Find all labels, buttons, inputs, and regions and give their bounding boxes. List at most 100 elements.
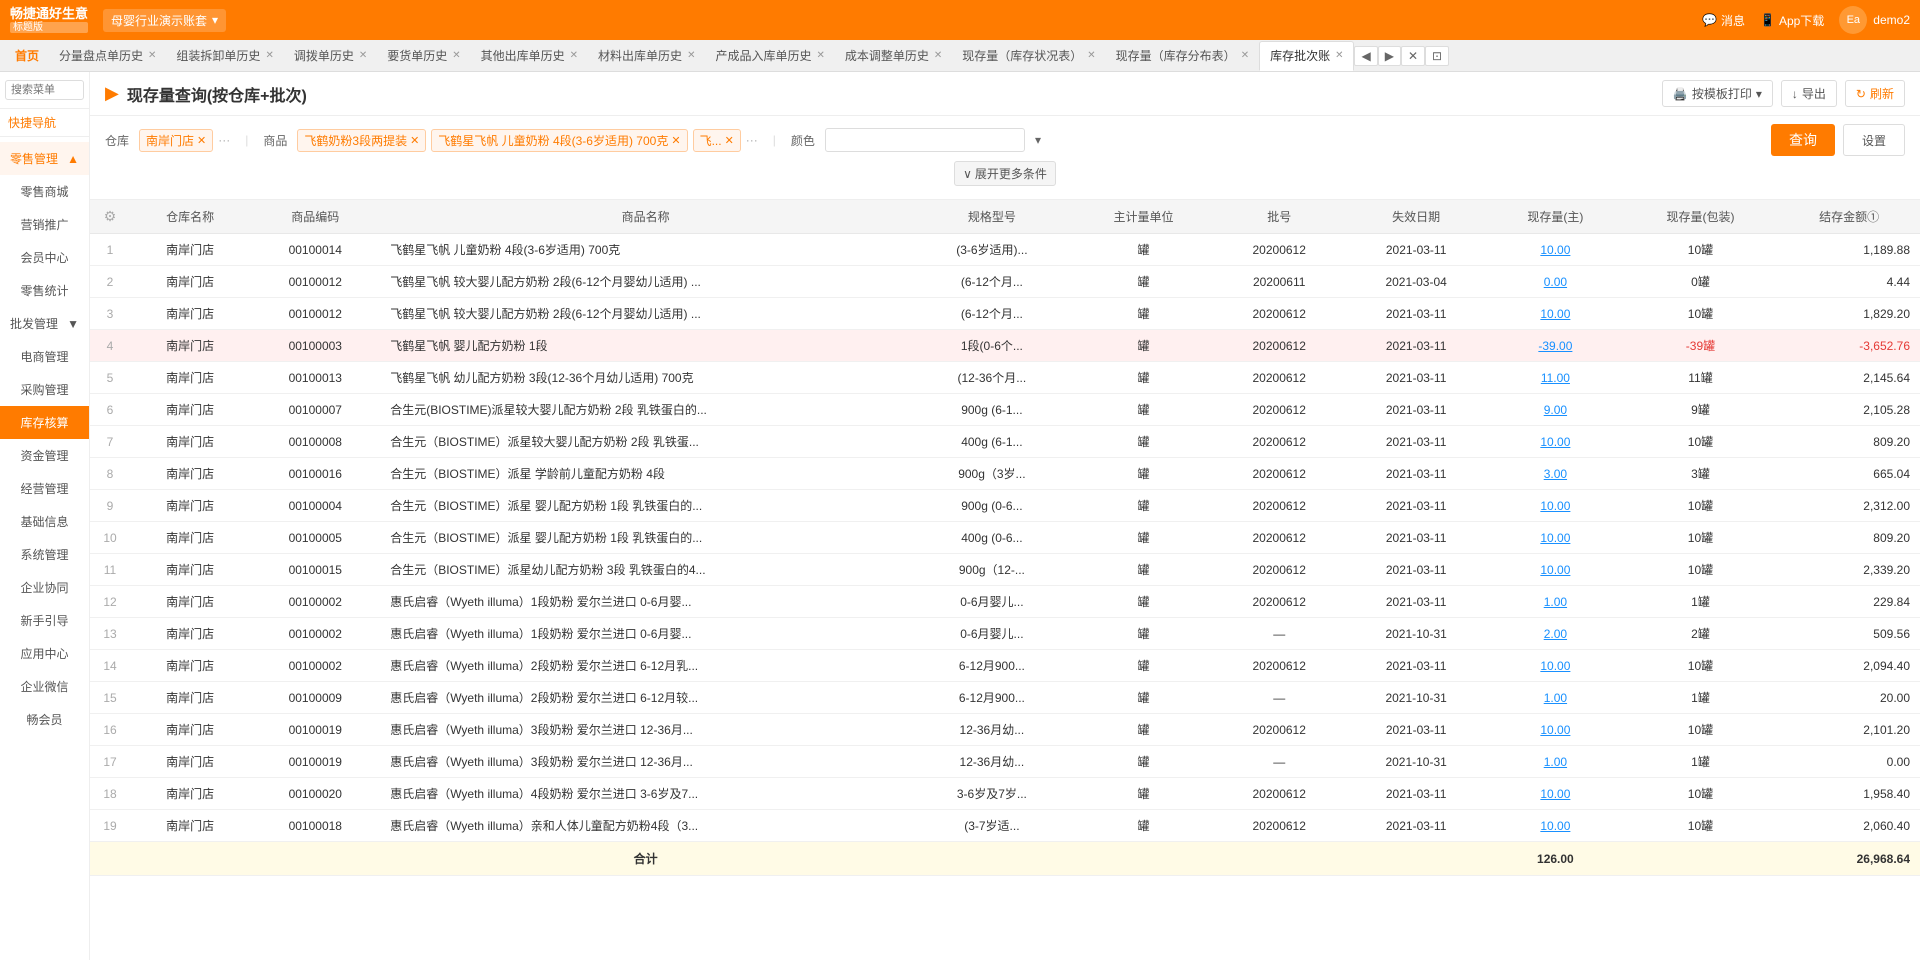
row-qty-main[interactable]: 1.00 xyxy=(1488,682,1622,714)
row-qty-main[interactable]: 10.00 xyxy=(1488,522,1622,554)
sidebar-item-newbie[interactable]: 新手引导 xyxy=(0,604,89,637)
goods-tag-close-1[interactable]: ✕ xyxy=(671,134,680,147)
tab-5[interactable]: 其他出库单历史 ✕ xyxy=(471,41,588,71)
table-row: 18 南岸门店 00100020 惠氏启睿（Wyeth illuma）4段奶粉 … xyxy=(90,778,1920,810)
tab-2[interactable]: 组装拆卸单历史 ✕ xyxy=(166,41,283,71)
company-selector[interactable]: 母婴行业演示账套 ▾ xyxy=(103,9,226,32)
app-download-btn[interactable]: 📱 App下载 xyxy=(1760,12,1824,29)
tab-11[interactable]: 库存批次账 ✕ xyxy=(1259,41,1354,71)
sidebar-item-purchase[interactable]: 采购管理 xyxy=(0,373,89,406)
sidebar-item-wechat[interactable]: 企业微信 xyxy=(0,670,89,703)
row-qty-main[interactable]: 11.00 xyxy=(1488,362,1622,394)
tab-close-current[interactable]: ✕ xyxy=(1401,46,1425,66)
tab-menu[interactable]: ⊡ xyxy=(1425,46,1449,66)
tab-1[interactable]: 分量盘点单历史 ✕ xyxy=(49,41,166,71)
tab-4[interactable]: 要货单历史 ✕ xyxy=(377,41,470,71)
tab-close-1[interactable]: ✕ xyxy=(148,50,156,61)
color-input[interactable] xyxy=(825,128,1025,152)
sidebar-item-basic-info[interactable]: 基础信息 xyxy=(0,505,89,538)
col-settings[interactable]: ⚙ xyxy=(90,200,130,234)
row-qty-main[interactable]: 2.00 xyxy=(1488,618,1622,650)
row-code: 00100008 xyxy=(250,426,380,458)
tab-close-4[interactable]: ✕ xyxy=(452,50,460,61)
sidebar-item-marketing[interactable]: 营销推广 xyxy=(0,208,89,241)
row-warehouse: 南岸门店 xyxy=(130,650,250,682)
goods-tag-2[interactable]: 飞... ✕ xyxy=(693,129,741,152)
settings-btn[interactable]: 设置 xyxy=(1843,124,1905,156)
sidebar-item-app-center[interactable]: 应用中心 xyxy=(0,637,89,670)
row-qty-main[interactable]: 10.00 xyxy=(1488,810,1622,842)
tab-3[interactable]: 调拨单历史 ✕ xyxy=(284,41,377,71)
query-btn[interactable]: 查询 xyxy=(1771,124,1835,156)
tab-close-5[interactable]: ✕ xyxy=(570,50,578,61)
print-btn[interactable]: 🖨️ 按模板打印 ▾ xyxy=(1662,80,1773,107)
message-btn[interactable]: 💬 消息 xyxy=(1702,12,1745,29)
sidebar-item-finance[interactable]: 资金管理 xyxy=(0,439,89,472)
sidebar-item-retail-mall[interactable]: 零售商城 xyxy=(0,175,89,208)
tab-close-3[interactable]: ✕ xyxy=(359,50,367,61)
tab-home[interactable]: 首页 xyxy=(5,41,49,71)
expand-more-btn[interactable]: ∨ 展开更多条件 xyxy=(954,161,1056,186)
expand-icon[interactable]: ▶ xyxy=(105,83,119,104)
tab-8[interactable]: 成本调整单历史 ✕ xyxy=(835,41,952,71)
goods-tag-0[interactable]: 飞鹤奶粉3段两提装 ✕ xyxy=(297,129,426,152)
tab-10[interactable]: 现存量（库存分布表） ✕ xyxy=(1106,41,1259,71)
print-dropdown-icon[interactable]: ▾ xyxy=(1756,87,1762,101)
tab-close-10[interactable]: ✕ xyxy=(1241,50,1249,61)
tab-prev[interactable]: ◀ xyxy=(1354,46,1377,66)
row-no: 11 xyxy=(90,554,130,586)
tab-close-8[interactable]: ✕ xyxy=(934,50,942,61)
row-qty-main[interactable]: 3.00 xyxy=(1488,458,1622,490)
row-spec: 1段(0-6个... xyxy=(911,330,1073,362)
goods-tag-1[interactable]: 飞鹤星飞帆 儿童奶粉 4段(3-6岁适用) 700克 ✕ xyxy=(431,129,687,152)
color-dropdown-icon[interactable]: ▾ xyxy=(1035,133,1041,147)
row-qty-main[interactable]: 10.00 xyxy=(1488,490,1622,522)
tab-close-2[interactable]: ✕ xyxy=(265,50,273,61)
search-input[interactable] xyxy=(5,80,84,100)
sidebar-item-member2[interactable]: 畅会员 xyxy=(0,703,89,736)
row-qty-main[interactable]: -39.00 xyxy=(1488,330,1622,362)
tab-next[interactable]: ▶ xyxy=(1378,46,1401,66)
logo-text: 畅捷通好生意 xyxy=(10,7,88,21)
row-no: 10 xyxy=(90,522,130,554)
sidebar-item-retail[interactable]: 零售管理 ▲ xyxy=(0,142,89,175)
row-qty-main[interactable]: 9.00 xyxy=(1488,394,1622,426)
warehouse-tag[interactable]: 南岸门店 ✕ xyxy=(139,129,213,152)
tab-close-6[interactable]: ✕ xyxy=(687,50,695,61)
row-qty-main[interactable]: 10.00 xyxy=(1488,298,1622,330)
sidebar-item-member[interactable]: 会员中心 xyxy=(0,241,89,274)
export-btn[interactable]: ↓ 导出 xyxy=(1781,80,1837,107)
user-area[interactable]: Ea demo2 xyxy=(1839,6,1910,34)
row-qty-main[interactable]: 10.00 xyxy=(1488,650,1622,682)
tab-close-11[interactable]: ✕ xyxy=(1335,50,1343,61)
sidebar-item-inventory[interactable]: 库存核算 xyxy=(0,406,89,439)
quick-nav[interactable]: 快捷导航 xyxy=(0,109,89,137)
tab-7[interactable]: 产成品入库单历史 ✕ xyxy=(705,41,834,71)
row-qty-main[interactable]: 1.00 xyxy=(1488,746,1622,778)
sidebar-item-operations[interactable]: 经营管理 xyxy=(0,472,89,505)
tab-6[interactable]: 材料出库单历史 ✕ xyxy=(588,41,705,71)
row-qty-main[interactable]: 10.00 xyxy=(1488,714,1622,746)
row-qty-main[interactable]: 10.00 xyxy=(1488,234,1622,266)
sidebar-item-enterprise[interactable]: 企业协同 xyxy=(0,571,89,604)
tab-9[interactable]: 现存量（库存状况表） ✕ xyxy=(952,41,1105,71)
sidebar-item-ecommerce[interactable]: 电商管理 xyxy=(0,340,89,373)
row-expire: 2021-03-11 xyxy=(1344,778,1488,810)
goods-tag-close-2[interactable]: ✕ xyxy=(725,134,734,147)
tab-close-7[interactable]: ✕ xyxy=(816,50,824,61)
warehouse-tag-close[interactable]: ✕ xyxy=(197,134,206,147)
sidebar-item-system[interactable]: 系统管理 xyxy=(0,538,89,571)
row-qty-main[interactable]: 10.00 xyxy=(1488,554,1622,586)
goods-tag-close-0[interactable]: ✕ xyxy=(410,134,419,147)
sidebar-item-wholesale[interactable]: 批发管理 ▼ xyxy=(0,307,89,340)
row-qty-main[interactable]: 10.00 xyxy=(1488,426,1622,458)
tab-close-9[interactable]: ✕ xyxy=(1087,50,1095,61)
row-qty-main[interactable]: 10.00 xyxy=(1488,778,1622,810)
warehouse-more[interactable]: ··· xyxy=(218,133,230,147)
row-qty-main[interactable]: 0.00 xyxy=(1488,266,1622,298)
sidebar-item-retail-stats[interactable]: 零售统计 xyxy=(0,274,89,307)
row-qty-main[interactable]: 1.00 xyxy=(1488,586,1622,618)
refresh-btn[interactable]: ↻ 刷新 xyxy=(1845,80,1905,107)
goods-more[interactable]: ··· xyxy=(746,133,758,147)
row-expire: 2021-03-11 xyxy=(1344,234,1488,266)
